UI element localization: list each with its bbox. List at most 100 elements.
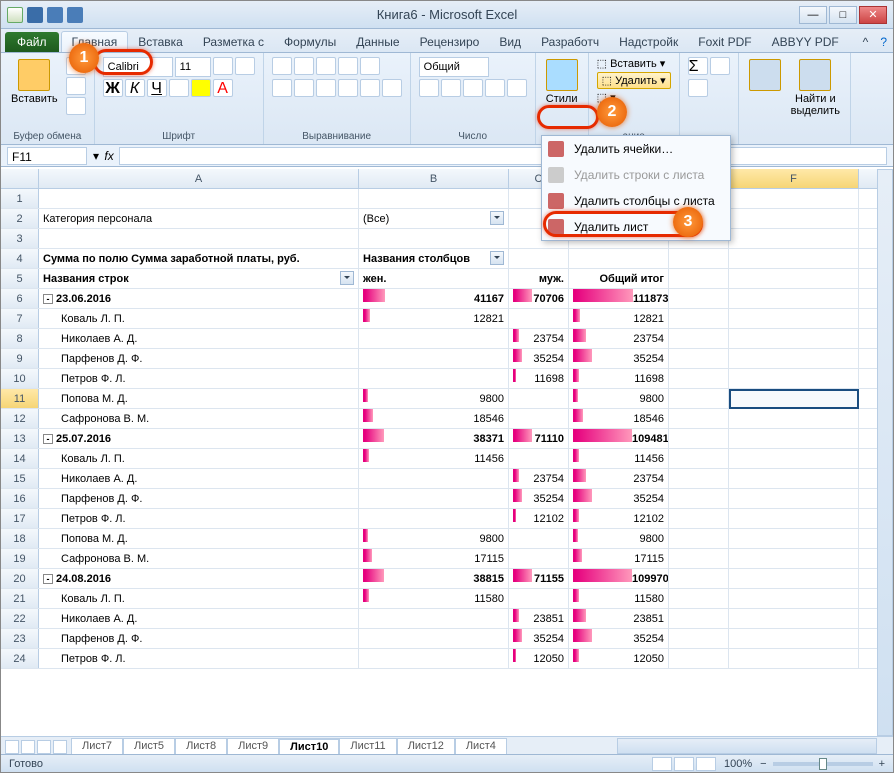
- row-label[interactable]: Николаев А. Д.: [39, 329, 359, 348]
- cell-value[interactable]: 9800: [569, 389, 669, 408]
- cell-value[interactable]: 23754: [509, 329, 569, 348]
- tab-review[interactable]: Рецензиро: [410, 32, 490, 52]
- name-box[interactable]: F11: [7, 147, 87, 165]
- cell-value[interactable]: 35254: [569, 349, 669, 368]
- align-right-icon[interactable]: [316, 79, 336, 97]
- cell-value[interactable]: [509, 389, 569, 408]
- format-painter-icon[interactable]: [66, 97, 86, 115]
- cell-value[interactable]: 23851: [509, 609, 569, 628]
- select-all-corner[interactable]: [1, 169, 39, 188]
- tab-pagelayout[interactable]: Разметка с: [193, 32, 274, 52]
- sheet-tab[interactable]: Лист10: [279, 738, 339, 754]
- grow-font-icon[interactable]: [213, 57, 233, 75]
- sheet-nav-next-icon[interactable]: [37, 740, 51, 754]
- clear-icon[interactable]: [688, 79, 708, 97]
- cell-value[interactable]: 18546: [569, 409, 669, 428]
- row-header[interactable]: 5: [1, 269, 39, 288]
- row-label[interactable]: -24.08.2016: [39, 569, 359, 588]
- col-header-a[interactable]: A: [39, 169, 359, 188]
- maximize-button[interactable]: □: [829, 6, 857, 24]
- cell-value[interactable]: [359, 609, 509, 628]
- pivot-col-label[interactable]: Названия столбцов: [359, 249, 509, 268]
- italic-icon[interactable]: К: [125, 79, 145, 97]
- page-break-view-icon[interactable]: [696, 757, 716, 771]
- font-name-input[interactable]: [103, 57, 173, 77]
- tab-formulas[interactable]: Формулы: [274, 32, 346, 52]
- number-format-input[interactable]: [419, 57, 489, 77]
- cell-value[interactable]: 23754: [569, 469, 669, 488]
- cell-value[interactable]: 18546: [359, 409, 509, 428]
- normal-view-icon[interactable]: [652, 757, 672, 771]
- row-label[interactable]: Николаев А. Д.: [39, 609, 359, 628]
- sheet-nav-prev-icon[interactable]: [21, 740, 35, 754]
- save-icon[interactable]: [27, 7, 43, 23]
- align-middle-icon[interactable]: [294, 57, 314, 75]
- cell-value[interactable]: 11580: [569, 589, 669, 608]
- fx-icon[interactable]: fx: [99, 149, 119, 163]
- row-header[interactable]: 21: [1, 589, 39, 608]
- cell-value[interactable]: 41167: [359, 289, 509, 308]
- sheet-tab[interactable]: Лист4: [455, 738, 507, 754]
- percent-icon[interactable]: [441, 79, 461, 97]
- cell-value[interactable]: 38371: [359, 429, 509, 448]
- row-header[interactable]: 22: [1, 609, 39, 628]
- row-header[interactable]: 15: [1, 469, 39, 488]
- decrease-indent-icon[interactable]: [338, 79, 358, 97]
- cell-value[interactable]: [509, 589, 569, 608]
- row-label[interactable]: Парфенов Д. Ф.: [39, 629, 359, 648]
- row-header[interactable]: 13: [1, 429, 39, 448]
- col-header-f[interactable]: F: [729, 169, 859, 188]
- row-dropdown-icon[interactable]: [340, 271, 354, 285]
- cell-value[interactable]: 12821: [359, 309, 509, 328]
- align-bottom-icon[interactable]: [316, 57, 336, 75]
- sheet-tab[interactable]: Лист9: [227, 738, 279, 754]
- bold-icon[interactable]: Ж: [103, 79, 123, 97]
- delete-cols-menuitem[interactable]: Удалить столбцы с листа: [542, 188, 730, 214]
- help-icon[interactable]: ?: [874, 32, 893, 52]
- cell-value[interactable]: 11580: [359, 589, 509, 608]
- row-label[interactable]: Петров Ф. Л.: [39, 509, 359, 528]
- styles-button[interactable]: Стили: [544, 57, 580, 107]
- tab-file[interactable]: Файл: [5, 32, 59, 52]
- cell-value[interactable]: 38815: [359, 569, 509, 588]
- redo-icon[interactable]: [67, 7, 83, 23]
- zoom-in-button[interactable]: +: [879, 758, 885, 770]
- cell-value[interactable]: [359, 649, 509, 668]
- cell-value[interactable]: 12102: [509, 509, 569, 528]
- row-header[interactable]: 24: [1, 649, 39, 668]
- cell-value[interactable]: 11698: [509, 369, 569, 388]
- sheet-nav-last-icon[interactable]: [53, 740, 67, 754]
- row-header[interactable]: 4: [1, 249, 39, 268]
- row-header[interactable]: 11: [1, 389, 39, 408]
- row-header[interactable]: 19: [1, 549, 39, 568]
- row-header[interactable]: 14: [1, 449, 39, 468]
- cell-value[interactable]: [359, 349, 509, 368]
- row-header[interactable]: 10: [1, 369, 39, 388]
- cell-value[interactable]: 35254: [509, 489, 569, 508]
- cell-value[interactable]: 11456: [569, 449, 669, 468]
- row-header[interactable]: 9: [1, 349, 39, 368]
- cell-value[interactable]: 11456: [359, 449, 509, 468]
- row-label[interactable]: -23.06.2016: [39, 289, 359, 308]
- align-center-icon[interactable]: [294, 79, 314, 97]
- cell-value[interactable]: 9800: [569, 529, 669, 548]
- row-label[interactable]: Коваль Л. П.: [39, 589, 359, 608]
- cell-value[interactable]: 70706: [509, 289, 569, 308]
- row-header[interactable]: 2: [1, 209, 39, 228]
- cell-value[interactable]: [359, 629, 509, 648]
- ribbon-minimize-icon[interactable]: ^: [857, 32, 875, 52]
- row-label[interactable]: Парфенов Д. Ф.: [39, 349, 359, 368]
- cell-value[interactable]: [509, 549, 569, 568]
- cell-value[interactable]: [509, 449, 569, 468]
- pivot-col2[interactable]: муж.: [509, 269, 569, 288]
- excel-icon[interactable]: [7, 7, 23, 23]
- row-label[interactable]: Сафронова В. М.: [39, 549, 359, 568]
- sheet-tab[interactable]: Лист11: [339, 738, 396, 754]
- cell-value[interactable]: [509, 529, 569, 548]
- increase-decimal-icon[interactable]: [485, 79, 505, 97]
- cell-value[interactable]: 23754: [569, 329, 669, 348]
- cell-value[interactable]: 111873: [569, 289, 669, 308]
- pivot-total[interactable]: Общий итог: [569, 269, 669, 288]
- row-label[interactable]: Попова М. Д.: [39, 389, 359, 408]
- row-header[interactable]: 6: [1, 289, 39, 308]
